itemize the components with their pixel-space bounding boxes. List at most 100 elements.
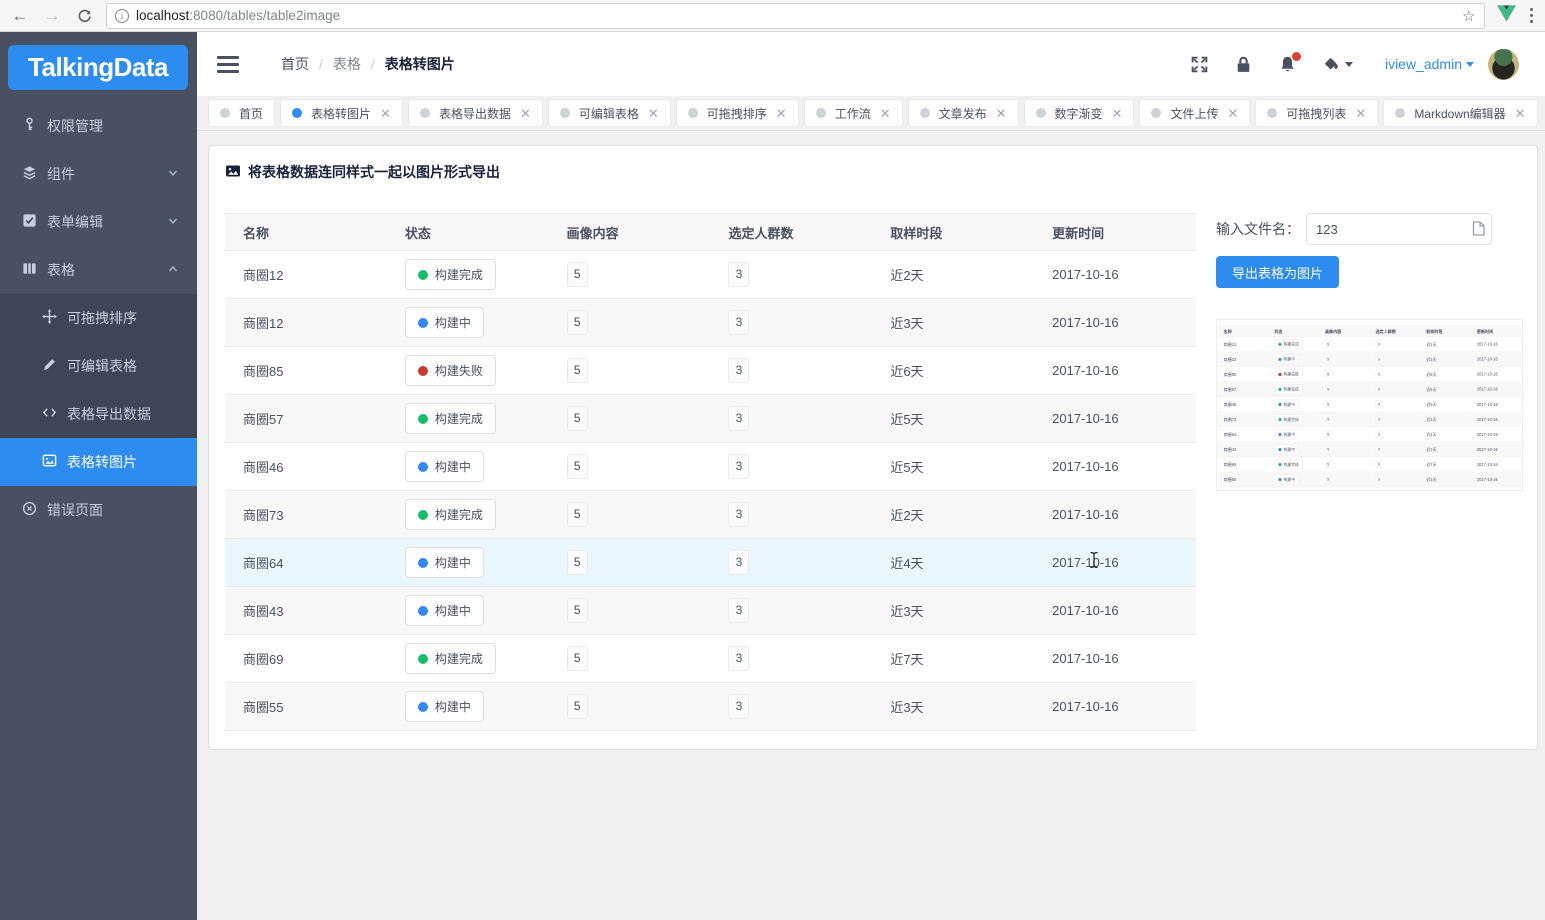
portrait-count: 5 <box>566 694 588 719</box>
close-icon[interactable]: ✕ <box>880 107 891 120</box>
sidebar-item-components[interactable]: 组件 <box>0 150 197 198</box>
sidebar-subitem-table-export[interactable]: 表格导出数据 <box>0 390 197 438</box>
page-info-icon[interactable]: i <box>115 8 129 23</box>
filename-input[interactable] <box>1306 213 1492 245</box>
sidebar-subitem-drag-sort[interactable]: 可拖拽排序 <box>0 294 197 342</box>
url-text: localhost:8080/tables/table2image <box>136 8 341 23</box>
tab-table-export[interactable]: 表格导出数据 ✕ <box>407 99 543 127</box>
status-badge[interactable]: 构建完成 <box>404 499 496 530</box>
tab-file-upload[interactable]: 文件上传 ✕ <box>1139 99 1251 127</box>
status-dot <box>417 653 428 664</box>
table-row: 商圈85 构建失败 5 3 近6天 2017-10-16 <box>225 346 1196 395</box>
sidebar-item-form-edit[interactable]: 表单编辑 <box>0 198 197 246</box>
crowd-count: 3 <box>728 502 750 527</box>
close-icon[interactable]: ✕ <box>996 107 1007 120</box>
notification-badge <box>1291 51 1301 61</box>
sidebar-item-label: 可编辑表格 <box>67 358 137 374</box>
bookmark-star-icon[interactable]: ☆ <box>1462 7 1475 25</box>
export-table-button[interactable]: 导出表格为图片 <box>1216 256 1340 288</box>
top-navbar: 首页 / 表格 / 表格转图片 iview_admin <box>197 32 1545 96</box>
sidebar-item-label: 组件 <box>47 166 75 182</box>
error-icon <box>22 501 37 519</box>
sidebar-item-label: 可拖拽排序 <box>67 310 137 326</box>
table-row: 商圈64 构建中 5 3 近4天 2017-10-16 <box>225 538 1196 587</box>
crowd-count: 3 <box>728 310 750 335</box>
status-badge[interactable]: 构建中 <box>404 451 484 482</box>
portrait-count: 5 <box>566 502 588 527</box>
close-icon[interactable]: ✕ <box>1227 107 1238 120</box>
crowd-count: 3 <box>728 694 750 719</box>
status-badge[interactable]: 构建完成 <box>404 643 496 674</box>
file-icon <box>1472 221 1485 241</box>
close-icon[interactable]: ✕ <box>776 107 787 120</box>
table-row: 商圈12 构建完成 5 3 近2天 2017-10-16 <box>225 250 1196 299</box>
browser-toolbar: ← → i localhost:8080/tables/table2image … <box>0 0 1545 32</box>
filename-label: 输入文件名： <box>1216 221 1300 237</box>
sidebar-item-error-page[interactable]: 错误页面 <box>0 486 197 534</box>
image-icon <box>42 453 57 471</box>
url-bar[interactable]: i localhost:8080/tables/table2image ☆ <box>106 2 1485 29</box>
tab-table-to-image[interactable]: 表格转图片 ✕ <box>280 99 403 127</box>
portrait-count: 5 <box>566 550 588 575</box>
sidebar-subitem-editable-table[interactable]: 可编辑表格 <box>0 342 197 390</box>
portrait-count: 5 <box>566 262 588 287</box>
status-dot <box>417 557 428 568</box>
table2image-card: 将表格数据连同样式一起以图片形式导出 名称 状态 画像内容 选定人群数 取样时段… <box>208 145 1538 750</box>
sidebar-item-permission[interactable]: 权限管理 <box>0 102 197 150</box>
fullscreen-icon[interactable] <box>1190 55 1209 74</box>
close-icon[interactable]: ✕ <box>1355 107 1366 120</box>
breadcrumb-home[interactable]: 首页 <box>281 54 309 74</box>
avatar[interactable] <box>1488 48 1519 80</box>
app-logo[interactable]: TalkingData <box>8 45 188 90</box>
export-panel: 输入文件名： 导出表格为图片 名称 状态 画 <box>1216 213 1523 731</box>
close-icon[interactable]: ✕ <box>648 107 659 120</box>
sidebar-item-table[interactable]: 表格 <box>0 246 197 294</box>
caret-down-icon <box>1344 61 1353 67</box>
tab-home[interactable]: 首页 <box>208 99 276 127</box>
close-icon[interactable]: ✕ <box>380 107 391 120</box>
tab-number-gradient[interactable]: 数字渐变 ✕ <box>1023 99 1135 127</box>
sidebar-toggle-icon[interactable] <box>217 55 239 73</box>
close-icon[interactable]: ✕ <box>1112 107 1123 120</box>
sidebar-subitem-table-to-image[interactable]: 表格转图片 <box>0 438 197 486</box>
lock-icon[interactable] <box>1234 55 1253 74</box>
browser-refresh-icon[interactable] <box>74 6 94 26</box>
status-badge[interactable]: 构建中 <box>404 691 484 722</box>
status-dot <box>417 701 428 712</box>
tab-article-publish[interactable]: 文章发布 ✕ <box>907 99 1019 127</box>
sidebar-item-label: 表格导出数据 <box>67 406 151 422</box>
browser-forward-icon[interactable]: → <box>42 6 62 26</box>
theme-switch-icon[interactable] <box>1322 55 1353 74</box>
close-icon[interactable]: ✕ <box>1515 107 1526 120</box>
status-badge[interactable]: 构建中 <box>404 547 484 578</box>
tab-draggable-list[interactable]: 可拖拽列表 ✕ <box>1255 99 1379 127</box>
status-badge[interactable]: 构建中 <box>404 307 484 338</box>
notification-bell-icon[interactable] <box>1278 51 1301 74</box>
vue-devtools-icon[interactable] <box>1496 4 1516 27</box>
user-menu[interactable]: iview_admin <box>1385 56 1474 72</box>
tab-editable-table[interactable]: 可编辑表格 ✕ <box>547 99 671 127</box>
portrait-count: 5 <box>566 358 588 383</box>
table-row: 商圈55 构建中 5 3 近3天 2017-10-16 <box>225 682 1196 731</box>
status-badge[interactable]: 构建失败 <box>404 355 496 386</box>
status-dot <box>417 605 428 616</box>
browser-menu-icon[interactable] <box>1528 6 1536 26</box>
tab-markdown-editor[interactable]: Markdown编辑器 ✕ <box>1383 99 1538 127</box>
tab-draggable-sort[interactable]: 可拖拽排序 ✕ <box>675 99 799 127</box>
tab-workflow[interactable]: 工作流 ✕ <box>803 99 903 127</box>
crowd-count: 3 <box>728 406 750 431</box>
table-icon <box>22 261 37 279</box>
status-dot <box>417 461 428 472</box>
status-badge[interactable]: 构建中 <box>404 595 484 626</box>
crowd-count: 3 <box>728 358 750 383</box>
table-row: 商圈12 构建中 5 3 近3天 2017-10-16 <box>225 298 1196 347</box>
checkbox-icon <box>22 213 37 231</box>
status-badge[interactable]: 构建完成 <box>404 259 496 290</box>
browser-back-icon[interactable]: ← <box>10 6 30 26</box>
username-text: iview_admin <box>1384 56 1462 72</box>
status-badge[interactable]: 构建完成 <box>404 403 496 434</box>
breadcrumb-current: 表格转图片 <box>384 56 455 72</box>
breadcrumb-section: 表格 <box>332 56 361 72</box>
card-title: 将表格数据连同样式一起以图片形式导出 <box>225 162 1521 182</box>
close-icon[interactable]: ✕ <box>520 107 531 120</box>
